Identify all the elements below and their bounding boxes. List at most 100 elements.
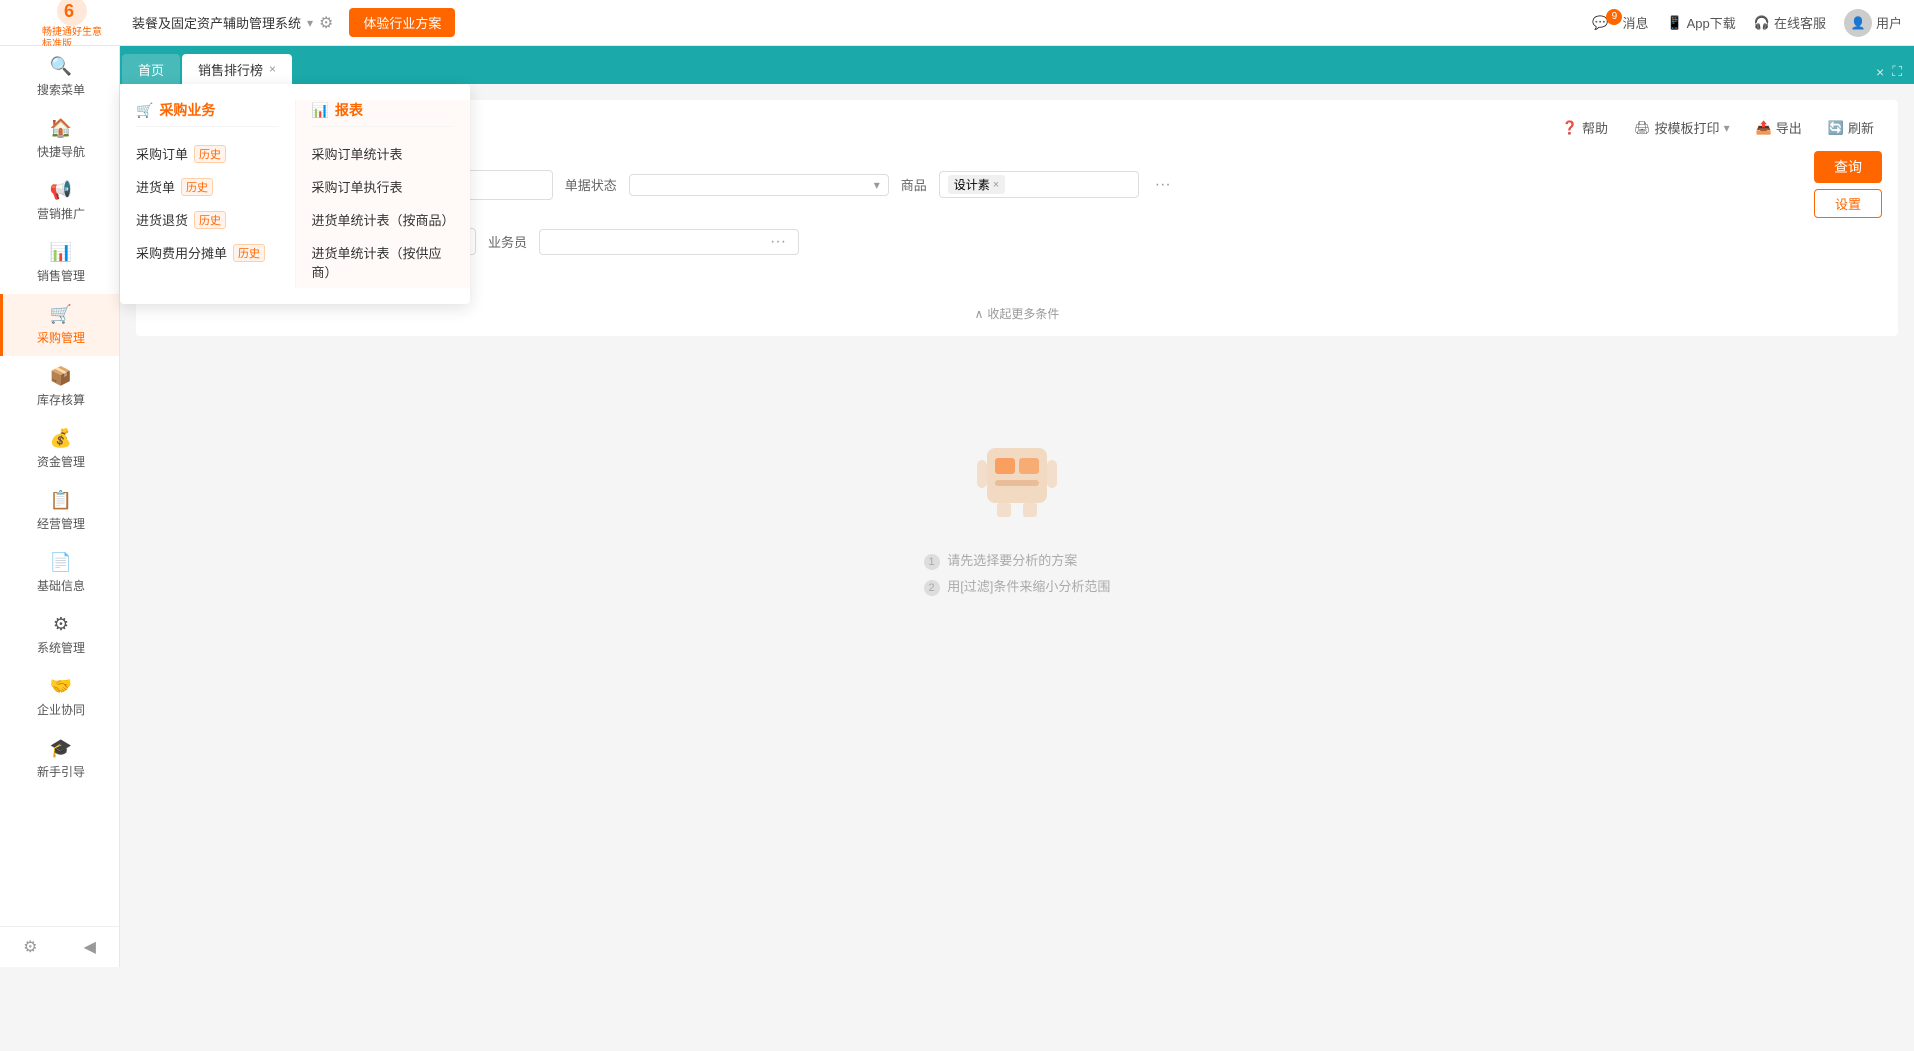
tab-sales-ranking[interactable]: 销售排行榜 × <box>182 54 292 84</box>
system-title-chevron[interactable]: ▾ <box>307 16 313 30</box>
export-label: 导出 <box>1776 118 1802 137</box>
svg-text:6: 6 <box>64 1 74 21</box>
help-btn[interactable]: ❓ 帮助 <box>1554 114 1616 141</box>
megaphone-icon: 📢 <box>50 180 72 201</box>
home-icon: 🏠 <box>50 118 72 139</box>
tab-controls: × ⛶ <box>1876 63 1914 84</box>
tab-close-btn[interactable]: × <box>1876 64 1884 80</box>
messages-item[interactable]: 💬 9 消息 <box>1592 13 1648 32</box>
sidebar-item-navigation[interactable]: 🏠 快捷导航 <box>0 108 119 170</box>
handshake-icon: 🤝 <box>50 676 72 697</box>
sidebar-item-purchase[interactable]: 🛒 采购管理 <box>0 294 119 356</box>
system-title-text: 装餐及固定资产辅助管理系统 <box>132 13 301 32</box>
app-download-item[interactable]: 📱 App下载 <box>1666 13 1735 32</box>
dropdown-menu: 🛒 采购业务 采购订单 历史 进货单 历史 进货退货 历史 采购费用分摊单 历史… <box>120 84 470 304</box>
tab-home[interactable]: 首页 <box>122 54 180 84</box>
print-btn[interactable]: 🖨 按模板打印 ▾ <box>1626 114 1738 141</box>
industry-btn[interactable]: 体验行业方案 <box>349 8 455 37</box>
logo-brand: 畅捷通好生意 <box>42 27 102 39</box>
user-item[interactable]: 👤 用户 <box>1844 9 1902 37</box>
online-service-label: 在线客服 <box>1774 13 1826 32</box>
header-right: 💬 9 消息 📱 App下载 🎧 在线客服 👤 用户 <box>1592 9 1902 37</box>
avatar-icon: 👤 <box>1851 16 1866 30</box>
menu-item-purchase-order-label: 采购订单 <box>136 144 188 163</box>
help-icon: ❓ <box>1562 120 1578 136</box>
refresh-label: 刷新 <box>1848 118 1874 137</box>
sidebar-item-system-label: 系统管理 <box>37 639 85 656</box>
top-header: 6 畅捷通好生意 标准版 装餐及固定资产辅助管理系统 ▾ ⚙ 体验行业方案 💬 … <box>0 0 1914 46</box>
menu-item-inbound-return-label: 进货退货 <box>136 210 188 229</box>
query-btn[interactable]: 查询 <box>1814 151 1882 183</box>
status-label: 单据状态 <box>565 175 617 194</box>
collapse-row[interactable]: ∧ 收起更多条件 <box>152 301 1882 322</box>
sidebar-item-basic-info[interactable]: 📄 基础信息 <box>0 542 119 604</box>
menu-item-purchase-order-stats-label: 采购订单统计表 <box>312 144 403 163</box>
logo-area: 6 畅捷通好生意 标准版 <box>12 0 132 51</box>
menu-item-inbound-return[interactable]: 进货退货 历史 <box>136 203 279 236</box>
report-title-icon: 📊 <box>312 102 329 119</box>
menu-item-inbound-label: 进货单 <box>136 177 175 196</box>
user-avatar: 👤 <box>1844 9 1872 37</box>
report-col-title-text: 报表 <box>335 100 363 120</box>
status-select-area[interactable]: ▾ <box>629 174 889 196</box>
menu-item-purchase-order[interactable]: 采购订单 历史 <box>136 137 279 170</box>
menu-item-inbound-stats-goods[interactable]: 进货单统计表（按商品） <box>312 203 455 236</box>
sidebar-item-finance[interactable]: 💰 资金管理 <box>0 418 119 480</box>
sidebar-item-cooperation[interactable]: 🤝 企业协同 <box>0 666 119 728</box>
salesman-ellipsis[interactable]: ··· <box>766 233 790 251</box>
sidebar-item-inventory[interactable]: 📦 库存核算 <box>0 356 119 418</box>
sidebar-item-marketing[interactable]: 📢 营销推广 <box>0 170 119 232</box>
sidebar-item-marketing-label: 营销推广 <box>37 205 85 222</box>
action-btns: 查询 设置 <box>1814 151 1882 218</box>
tip-num-1: 1 <box>924 554 940 570</box>
salesman-select-area[interactable]: ··· <box>539 229 799 255</box>
collapse-text: 收起更多条件 <box>987 305 1059 322</box>
menu-item-inbound-stats-goods-label: 进货单统计表（按商品） <box>312 210 455 229</box>
tab-fullscreen-btn[interactable]: ⛶ <box>1892 63 1902 80</box>
sidebar-settings-icon[interactable]: ⚙ <box>23 937 37 957</box>
menu-col-report: 📊 报表 采购订单统计表 采购订单执行表 进货单统计表（按商品） 进货单统计表（… <box>295 100 471 288</box>
menu-item-purchase-order-stats[interactable]: 采购订单统计表 <box>312 137 455 170</box>
empty-tip-2: 2 用[过滤]条件来缩小分析范围 <box>924 574 1111 600</box>
goods-tag-close[interactable]: × <box>993 179 999 191</box>
sidebar-item-basic-info-label: 基础信息 <box>37 577 85 594</box>
app-download-label: App下载 <box>1687 13 1736 32</box>
tip-num-2: 2 <box>924 580 940 596</box>
sidebar-item-sales[interactable]: 📊 销售管理 <box>0 232 119 294</box>
sidebar-item-operations[interactable]: 📋 经营管理 <box>0 480 119 542</box>
settings-btn[interactable]: 设置 <box>1814 189 1882 218</box>
logo-icon: 6 <box>56 0 88 27</box>
tab-close-icon[interactable]: × <box>269 62 276 76</box>
sidebar-item-guide[interactable]: 🎓 新手引导 <box>0 728 119 790</box>
gear-icon: ⚙ <box>53 614 69 635</box>
box-icon: 📦 <box>50 366 72 387</box>
empty-tip-1: 1 请先选择要分析的方案 <box>924 548 1111 574</box>
goods-ellipsis[interactable]: ··· <box>1151 176 1175 194</box>
toolbar-right: ❓ 帮助 🖨 按模板打印 ▾ 📤 导出 🔄 刷新 <box>1554 114 1882 141</box>
online-service-item[interactable]: 🎧 在线客服 <box>1754 13 1826 32</box>
purchase-col-title-text: 采购业务 <box>159 100 215 120</box>
user-label: 用户 <box>1876 13 1902 32</box>
menu-item-purchase-expense[interactable]: 采购费用分摊单 历史 <box>136 236 279 269</box>
sidebar-item-system[interactable]: ⚙ 系统管理 <box>0 604 119 666</box>
sidebar-item-purchase-label: 采购管理 <box>37 329 85 346</box>
headset-icon: 🎧 <box>1754 15 1770 31</box>
menu-item-purchase-order-exec[interactable]: 采购订单执行表 <box>312 170 455 203</box>
menu-item-inbound-stats-supplier[interactable]: 进货单统计表（按供应商） <box>312 236 455 288</box>
history-tag-purchase-expense: 历史 <box>233 244 265 262</box>
goods-label: 商品 <box>901 175 927 194</box>
clipboard-icon: 📋 <box>50 490 72 511</box>
menu-item-inbound[interactable]: 进货单 历史 <box>136 170 279 203</box>
print-label: 按模板打印 <box>1655 118 1720 137</box>
sidebar-item-search[interactable]: 🔍 搜索菜单 <box>0 46 119 108</box>
purchase-col-title: 🛒 采购业务 <box>136 100 279 127</box>
help-label: 帮助 <box>1582 118 1608 137</box>
refresh-btn[interactable]: 🔄 刷新 <box>1820 114 1882 141</box>
sidebar-item-inventory-label: 库存核算 <box>37 391 85 408</box>
settings-icon[interactable]: ⚙ <box>319 13 333 33</box>
status-chevron: ▾ <box>874 178 880 192</box>
sidebar-collapse-icon[interactable]: ◀ <box>84 937 96 957</box>
goods-input-area[interactable]: 设计素 × <box>939 171 1139 198</box>
search-icon: 🔍 <box>50 56 72 77</box>
export-btn[interactable]: 📤 导出 <box>1748 114 1810 141</box>
